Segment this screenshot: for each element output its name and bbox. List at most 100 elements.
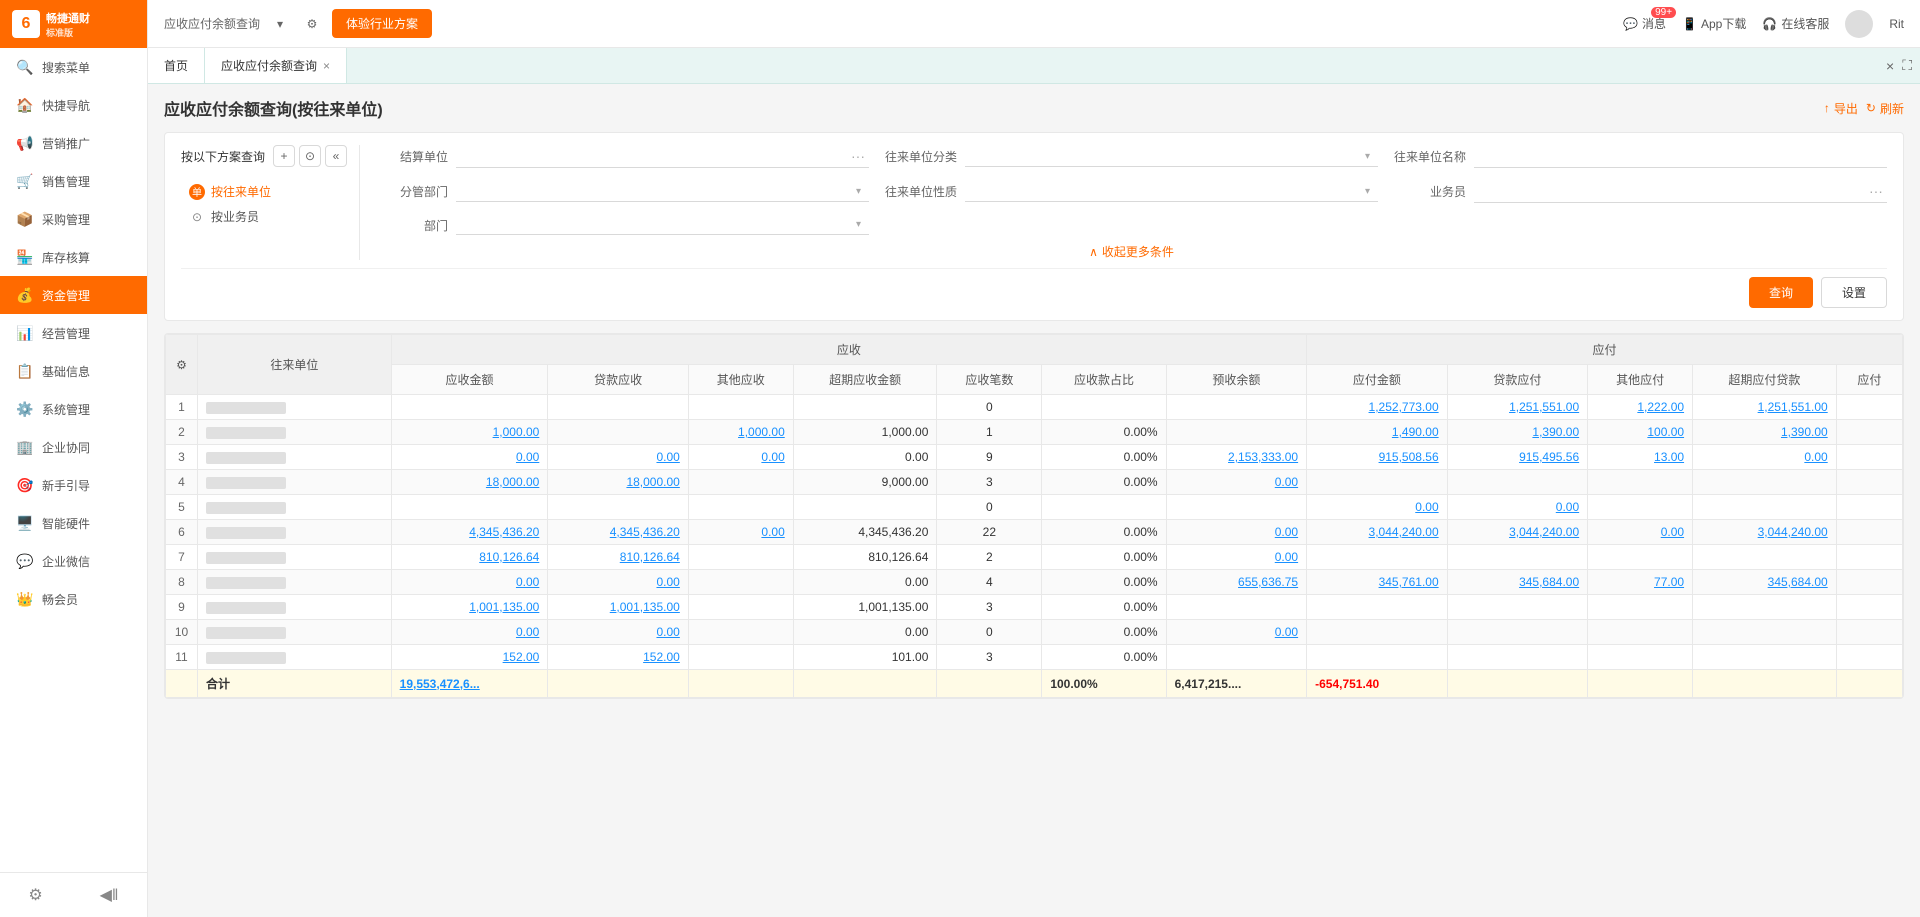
filter-partner-label: 按往来单位 bbox=[211, 183, 271, 200]
cell-receivable-ratio: 0.00% bbox=[1042, 520, 1166, 545]
app-download-button[interactable]: 📱 App下载 bbox=[1682, 15, 1746, 32]
sidebar-item-search[interactable]: 🔍 搜索菜单 bbox=[0, 48, 147, 86]
cell-payable-amount: 1,490.00 bbox=[1307, 420, 1448, 445]
sidebar-item-purchase[interactable]: 📦 采购管理 bbox=[0, 200, 147, 238]
page-container: 应收应付余额查询(按往来单位) ↑ 导出 ↻ 刷新 按以下方案查询 bbox=[148, 84, 1920, 711]
table-sub-header: 应收金额 贷款应收 其他应收 超期应收金额 应收笔数 应收款占比 预收余额 应付… bbox=[166, 365, 1903, 395]
header-dropdown-button[interactable]: ▾ bbox=[268, 12, 292, 36]
cell-index: 6 bbox=[166, 520, 198, 545]
cell-overdue-amount: 101.00 bbox=[793, 645, 937, 670]
sidebar-bottom: ⚙ ◀‖ bbox=[0, 872, 147, 917]
cell-index: 9 bbox=[166, 595, 198, 620]
salesperson-input[interactable] bbox=[1474, 180, 1865, 202]
partner-nature-label: 往来单位性质 bbox=[885, 183, 957, 200]
refresh-button[interactable]: ↻ 刷新 bbox=[1866, 100, 1904, 117]
query-button[interactable]: 查询 bbox=[1749, 277, 1813, 308]
managing-dept-select[interactable]: ▾ bbox=[456, 182, 869, 202]
cell-overdue-payable bbox=[1693, 645, 1837, 670]
tab-home[interactable]: 首页 bbox=[148, 48, 205, 83]
table-settings-icon[interactable]: ⚙ bbox=[176, 358, 187, 372]
cell-receivable-amount: 0.00 bbox=[391, 620, 548, 645]
th-payable-amount: 应付金额 bbox=[1307, 365, 1448, 395]
edit-scheme-button[interactable]: ⊙ bbox=[299, 145, 321, 167]
cell-other-payable: 13.00 bbox=[1588, 445, 1693, 470]
sidebar-collapse-button[interactable]: ◀‖ bbox=[92, 881, 127, 909]
cell-overdue-amount bbox=[793, 395, 937, 420]
cell-payable-col bbox=[1836, 495, 1902, 520]
solution-button[interactable]: 体验行业方案 bbox=[332, 9, 432, 38]
partner-category-select[interactable]: ▾ bbox=[965, 147, 1378, 167]
footer-advance-balance: 6,417,215.... bbox=[1166, 670, 1307, 698]
tab-close-all-button[interactable]: × bbox=[1886, 58, 1894, 74]
sidebar-item-guide[interactable]: 🎯 新手引导 bbox=[0, 466, 147, 504]
sidebar-item-wechat[interactable]: 💬 企业微信 bbox=[0, 542, 147, 580]
tab-fullscreen-button[interactable]: ⛶ bbox=[1902, 57, 1912, 74]
filter-salesperson-field: 业务员 ··· bbox=[1394, 180, 1887, 203]
sidebar-item-member[interactable]: 👑 畅会员 bbox=[0, 580, 147, 618]
sidebar-label-member: 畅会员 bbox=[42, 591, 78, 608]
cell-partner bbox=[198, 420, 392, 445]
sidebar-item-quick-nav[interactable]: 🏠 快捷导航 bbox=[0, 86, 147, 124]
page-actions: ↑ 导出 ↻ 刷新 bbox=[1824, 100, 1904, 117]
settings-button[interactable]: 设置 bbox=[1821, 277, 1887, 308]
cell-loan-payable: 345,684.00 bbox=[1447, 570, 1588, 595]
filter-by-salesperson[interactable]: ⊙ 按业务员 bbox=[181, 204, 347, 229]
messages-button[interactable]: 💬 消息 99+ bbox=[1623, 15, 1666, 32]
header-gear-button[interactable]: ⚙ bbox=[300, 12, 324, 36]
online-service-button[interactable]: 🎧 在线客服 bbox=[1762, 15, 1829, 32]
collapse-scheme-button[interactable]: « bbox=[325, 145, 347, 167]
managing-dept-label: 分管部门 bbox=[376, 183, 448, 200]
sidebar-item-system[interactable]: ⚙️ 系统管理 bbox=[0, 390, 147, 428]
settlement-unit-input[interactable] bbox=[456, 145, 847, 167]
partner-icon: 单 bbox=[189, 184, 205, 200]
table-row: 5 0 0.00 0.00 bbox=[166, 495, 1903, 520]
sidebar-item-inventory[interactable]: 🏪 库存核算 bbox=[0, 238, 147, 276]
cell-overdue-payable: 345,684.00 bbox=[1693, 570, 1837, 595]
tab-receivable[interactable]: 应收应付余额查询 × bbox=[205, 48, 347, 83]
cell-other-payable bbox=[1588, 470, 1693, 495]
search-panel: 按以下方案查询 + ⊙ « 单 按往来单位 ⊙ 按业务员 bbox=[164, 132, 1904, 321]
cell-other-payable: 1,222.00 bbox=[1588, 395, 1693, 420]
cell-overdue-amount: 9,000.00 bbox=[793, 470, 937, 495]
collapse-more-conditions-button[interactable]: ∧ 收起更多条件 bbox=[376, 243, 1887, 260]
cell-loan-receivable: 1,001,135.00 bbox=[548, 595, 689, 620]
department-select[interactable]: ▾ bbox=[456, 215, 869, 235]
cell-advance-balance bbox=[1166, 395, 1307, 420]
filter-partner-name: 往来单位名称 bbox=[1394, 145, 1887, 168]
sidebar-item-basic[interactable]: 📋 基础信息 bbox=[0, 352, 147, 390]
tab-close-button[interactable]: × bbox=[323, 59, 330, 73]
sidebar-item-marketing[interactable]: 📢 营销推广 bbox=[0, 124, 147, 162]
sidebar-item-corp[interactable]: 🏢 企业协同 bbox=[0, 428, 147, 466]
cell-payable-amount bbox=[1307, 470, 1448, 495]
table-row: 11 152.00 152.00 101.00 3 0.00% bbox=[166, 645, 1903, 670]
sidebar-settings-button[interactable]: ⚙ bbox=[20, 881, 50, 909]
table-row: 3 0.00 0.00 0.00 0.00 9 0.00% 2,153,333.… bbox=[166, 445, 1903, 470]
salesperson-dots[interactable]: ··· bbox=[1865, 183, 1887, 199]
cell-receivable-ratio: 0.00% bbox=[1042, 570, 1166, 595]
cell-payable-col bbox=[1836, 645, 1902, 670]
cell-loan-payable: 915,495.56 bbox=[1447, 445, 1588, 470]
footer-payable-amount: -654,751.40 bbox=[1307, 670, 1448, 698]
cell-index: 3 bbox=[166, 445, 198, 470]
cell-partner bbox=[198, 445, 392, 470]
cell-payable-col bbox=[1836, 595, 1902, 620]
sidebar-logo: 6 畅捷通财 标准版 bbox=[0, 0, 147, 48]
cell-payable-amount bbox=[1307, 595, 1448, 620]
partner-nature-select[interactable]: ▾ bbox=[965, 182, 1378, 202]
department-label: 部门 bbox=[376, 217, 448, 234]
cell-overdue-payable bbox=[1693, 545, 1837, 570]
th-receivable-count: 应收笔数 bbox=[937, 365, 1042, 395]
sidebar-item-business[interactable]: 📊 经营管理 bbox=[0, 314, 147, 352]
sidebar-item-sales[interactable]: 🛒 销售管理 bbox=[0, 162, 147, 200]
sidebar-item-finance[interactable]: 💰 资金管理 bbox=[0, 276, 147, 314]
export-button[interactable]: ↑ 导出 bbox=[1824, 100, 1858, 117]
cell-receivable-ratio bbox=[1042, 395, 1166, 420]
cell-payable-col bbox=[1836, 445, 1902, 470]
settlement-unit-dots[interactable]: ··· bbox=[847, 148, 869, 164]
add-scheme-button[interactable]: + bbox=[273, 145, 295, 167]
cell-receivable-ratio: 0.00% bbox=[1042, 470, 1166, 495]
partner-name-input[interactable] bbox=[1474, 145, 1887, 168]
filter-by-partner[interactable]: 单 按往来单位 bbox=[181, 179, 347, 204]
sidebar-item-hardware[interactable]: 🖥️ 智能硬件 bbox=[0, 504, 147, 542]
cell-advance-balance: 0.00 bbox=[1166, 620, 1307, 645]
